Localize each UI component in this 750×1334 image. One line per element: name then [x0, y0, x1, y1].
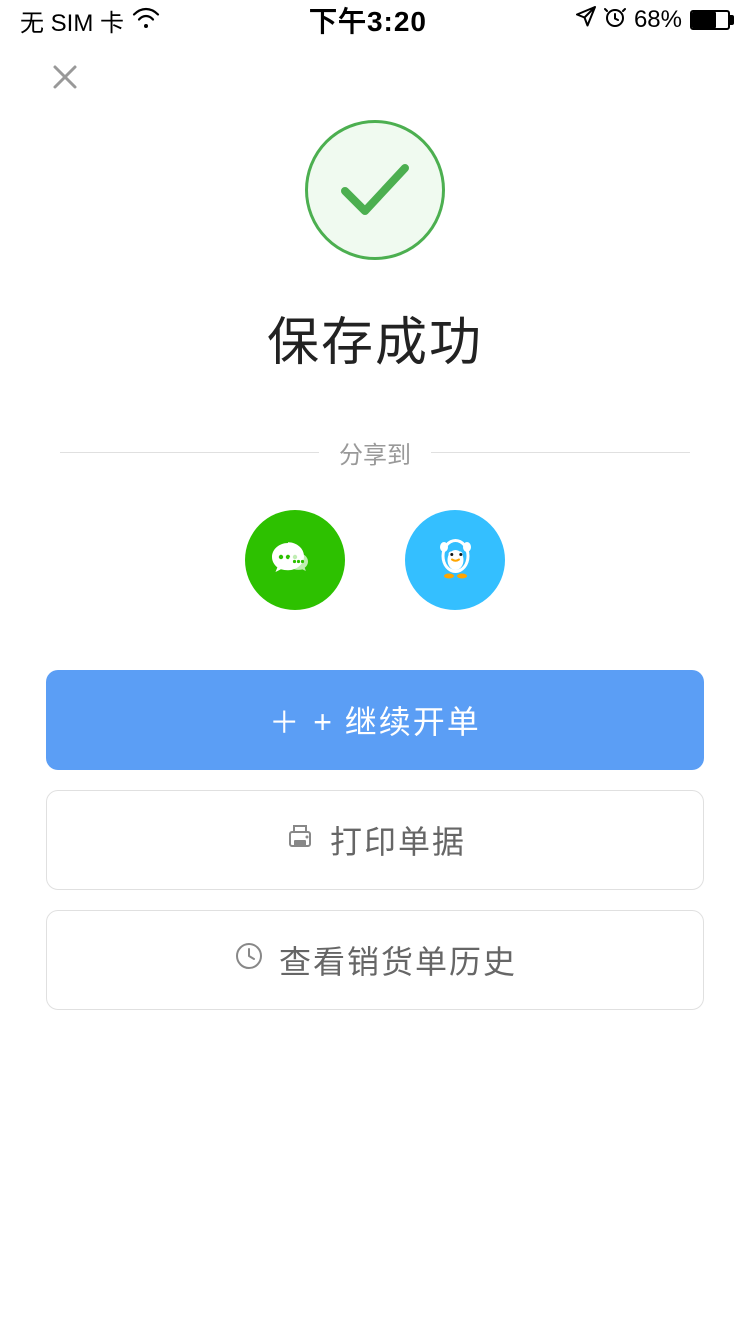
print-label: 打印单据	[330, 817, 466, 863]
status-time: 下午3:20	[309, 0, 427, 40]
success-icon-circle	[305, 120, 445, 260]
status-bar: 无 SIM 卡 下午3:20 68%	[0, 0, 750, 40]
divider-right	[431, 452, 690, 453]
action-buttons: ＋ + 继续开单 打印单据 查看销货单历	[0, 670, 750, 1010]
battery-percent: 68%	[634, 6, 682, 34]
print-button[interactable]: 打印单据	[46, 790, 704, 890]
qq-share-button[interactable]	[405, 510, 505, 610]
success-title: 保存成功	[267, 300, 483, 375]
battery-icon	[690, 10, 730, 30]
share-label: 分享到	[319, 435, 431, 470]
plus-icon: ＋	[269, 698, 299, 742]
continue-label: + 继续开单	[313, 697, 481, 743]
history-icon	[233, 940, 265, 980]
divider-left	[60, 452, 319, 453]
print-icon	[284, 820, 316, 860]
continue-button[interactable]: ＋ + 继续开单	[46, 670, 704, 770]
close-button[interactable]	[40, 52, 90, 102]
carrier-text: 无 SIM 卡	[20, 3, 124, 38]
status-right: 68%	[576, 6, 730, 34]
alarm-icon	[604, 6, 626, 34]
location-icon	[576, 6, 596, 34]
share-divider-row: 分享到	[0, 435, 750, 470]
wechat-share-button[interactable]	[245, 510, 345, 610]
status-left: 无 SIM 卡	[20, 3, 160, 38]
history-label: 查看销货单历史	[279, 937, 517, 983]
main-content: 保存成功 分享到	[0, 40, 750, 1010]
share-section: 分享到	[0, 435, 750, 610]
share-icons	[245, 510, 505, 610]
history-button[interactable]: 查看销货单历史	[46, 910, 704, 1010]
wifi-icon	[132, 6, 160, 35]
